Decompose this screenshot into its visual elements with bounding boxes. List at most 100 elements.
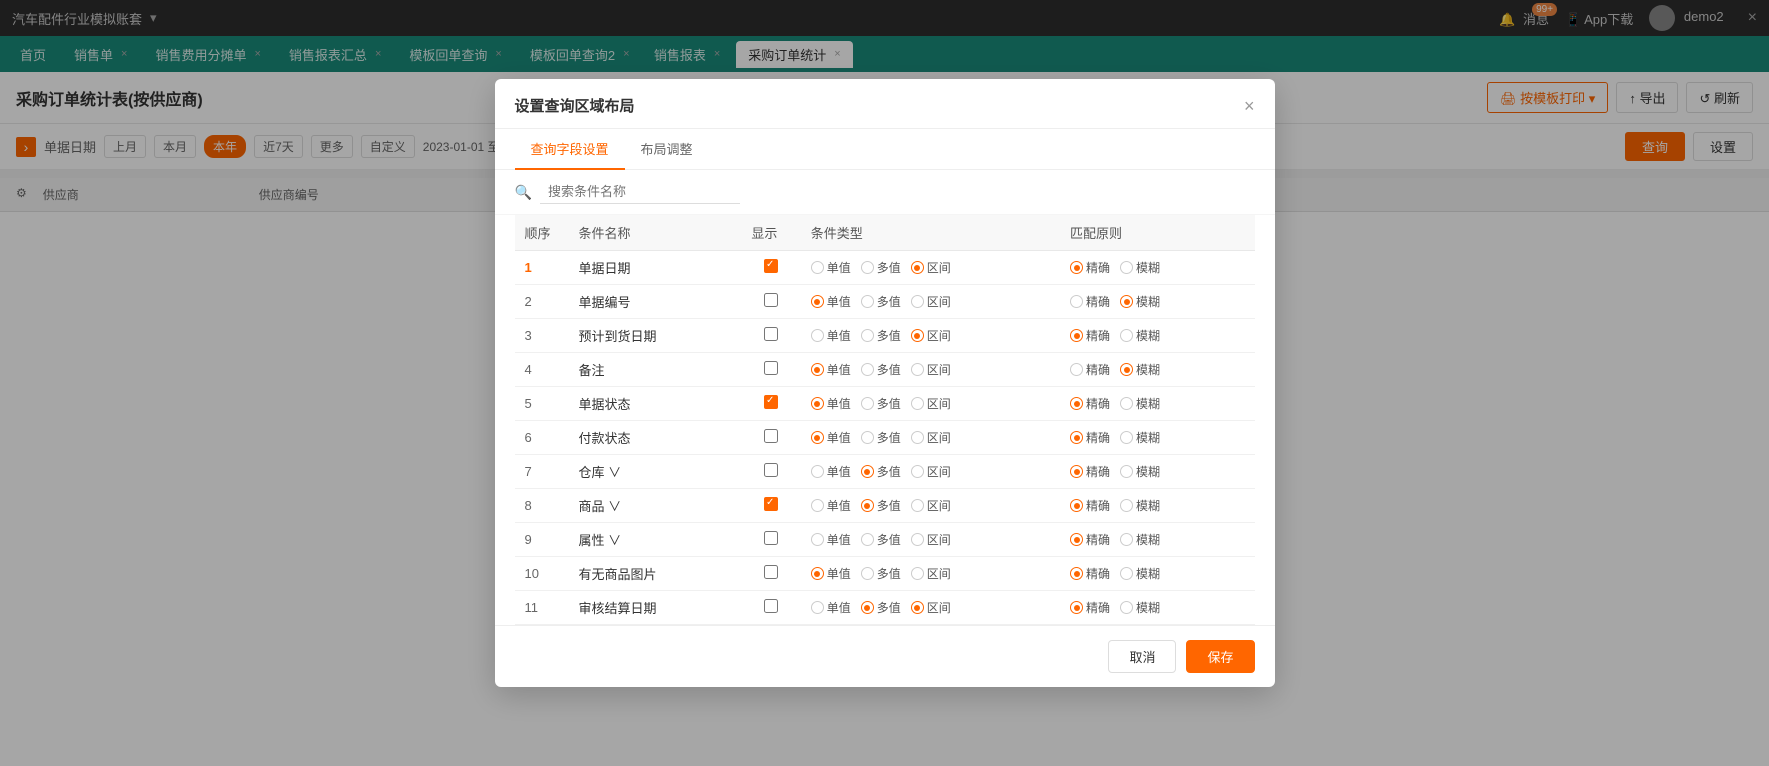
type-multi-option[interactable]: 多值 (861, 327, 901, 344)
type-single-option[interactable]: 单值 (811, 327, 851, 344)
row-match: 精确 模糊 (1060, 455, 1254, 489)
match-exact-option[interactable]: 精确 (1070, 565, 1110, 582)
type-single-option[interactable]: 单值 (811, 361, 851, 378)
row-order: 1 (515, 251, 569, 285)
match-fuzzy-option[interactable]: 模糊 (1120, 395, 1160, 412)
type-single-option[interactable]: 单值 (811, 565, 851, 582)
type-multi-option[interactable]: 多值 (861, 293, 901, 310)
match-fuzzy-option[interactable]: 模糊 (1120, 361, 1160, 378)
type-range-option[interactable]: 区间 (911, 463, 951, 480)
type-range-option[interactable]: 区间 (911, 497, 951, 514)
match-fuzzy-option[interactable]: 模糊 (1120, 259, 1160, 276)
type-multi-option[interactable]: 多值 (861, 361, 901, 378)
checkbox-unchecked[interactable] (764, 531, 778, 545)
type-single-option[interactable]: 单值 (811, 463, 851, 480)
type-range-option[interactable]: 区间 (911, 395, 951, 412)
match-fuzzy-option[interactable]: 模糊 (1120, 429, 1160, 446)
type-single-option[interactable]: 单值 (811, 531, 851, 548)
table-row: 2单据编号 单值 多值 区间 精确 (515, 285, 1255, 319)
type-single-option[interactable]: 单值 (811, 497, 851, 514)
checkbox-unchecked[interactable] (764, 565, 778, 579)
row-type: 单值 多值 区间 (801, 387, 1060, 421)
match-exact-option[interactable]: 精确 (1070, 429, 1110, 446)
type-range-option[interactable]: 区间 (911, 327, 951, 344)
type-multi-option[interactable]: 多值 (861, 497, 901, 514)
type-range-option[interactable]: 区间 (911, 531, 951, 548)
row-type: 单值 多值 区间 (801, 319, 1060, 353)
row-type: 单值 多值 区间 (801, 489, 1060, 523)
match-fuzzy-option[interactable]: 模糊 (1120, 327, 1160, 344)
row-order: 3 (515, 319, 569, 353)
match-exact-option[interactable]: 精确 (1070, 599, 1110, 616)
type-multi-option[interactable]: 多值 (861, 259, 901, 276)
type-multi-option[interactable]: 多值 (861, 429, 901, 446)
row-display-checkbox[interactable] (741, 557, 800, 591)
match-exact-option[interactable]: 精确 (1070, 463, 1110, 480)
row-display-checkbox[interactable] (741, 591, 800, 625)
type-single-option[interactable]: 单值 (811, 429, 851, 446)
type-multi-option[interactable]: 多值 (861, 531, 901, 548)
type-range-option[interactable]: 区间 (911, 361, 951, 378)
row-condition-name: 预计到货日期 (569, 319, 742, 353)
modal-search-input[interactable] (540, 180, 740, 204)
type-single-option[interactable]: 单值 (811, 259, 851, 276)
row-display-checkbox[interactable] (741, 353, 800, 387)
row-display-checkbox[interactable] (741, 455, 800, 489)
modal-search-area: 🔍 (495, 170, 1275, 215)
checkbox-unchecked[interactable] (764, 361, 778, 375)
row-display-checkbox[interactable] (741, 489, 800, 523)
match-exact-option[interactable]: 精确 (1070, 293, 1110, 310)
row-display-checkbox[interactable] (741, 285, 800, 319)
match-exact-option[interactable]: 精确 (1070, 531, 1110, 548)
match-fuzzy-option[interactable]: 模糊 (1120, 463, 1160, 480)
type-range-option[interactable]: 区间 (911, 565, 951, 582)
table-row: 6付款状态 单值 多值 区间 精确 (515, 421, 1255, 455)
match-fuzzy-option[interactable]: 模糊 (1120, 293, 1160, 310)
row-match: 精确 模糊 (1060, 387, 1254, 421)
row-type: 单值 多值 区间 (801, 251, 1060, 285)
match-fuzzy-option[interactable]: 模糊 (1120, 565, 1160, 582)
type-range-option[interactable]: 区间 (911, 599, 951, 616)
modal-close-button[interactable]: × (1244, 97, 1255, 115)
type-range-option[interactable]: 区间 (911, 259, 951, 276)
type-range-option[interactable]: 区间 (911, 429, 951, 446)
checkbox-unchecked[interactable] (764, 293, 778, 307)
th-condition-name: 条件名称 (569, 215, 742, 251)
match-exact-option[interactable]: 精确 (1070, 395, 1110, 412)
checkbox-checked[interactable] (764, 259, 778, 273)
type-multi-option[interactable]: 多值 (861, 395, 901, 412)
modal-tab-layout[interactable]: 布局调整 (625, 129, 709, 170)
type-range-option[interactable]: 区间 (911, 293, 951, 310)
type-single-option[interactable]: 单值 (811, 293, 851, 310)
type-single-option[interactable]: 单值 (811, 599, 851, 616)
match-exact-option[interactable]: 精确 (1070, 327, 1110, 344)
match-exact-option[interactable]: 精确 (1070, 497, 1110, 514)
row-display-checkbox[interactable] (741, 251, 800, 285)
checkbox-unchecked[interactable] (764, 429, 778, 443)
type-multi-option[interactable]: 多值 (861, 599, 901, 616)
match-fuzzy-option[interactable]: 模糊 (1120, 531, 1160, 548)
checkbox-unchecked[interactable] (764, 599, 778, 613)
checkbox-unchecked[interactable] (764, 463, 778, 477)
row-display-checkbox[interactable] (741, 421, 800, 455)
checkbox-unchecked[interactable] (764, 327, 778, 341)
type-multi-option[interactable]: 多值 (861, 463, 901, 480)
checkbox-checked[interactable] (764, 497, 778, 511)
match-fuzzy-option[interactable]: 模糊 (1120, 599, 1160, 616)
match-exact-option[interactable]: 精确 (1070, 361, 1110, 378)
row-type: 单值 多值 区间 (801, 421, 1060, 455)
cancel-button[interactable]: 取消 (1108, 640, 1176, 673)
row-display-checkbox[interactable] (741, 523, 800, 557)
table-row: 10有无商品图片 单值 多值 区间 精确 (515, 557, 1255, 591)
match-exact-option[interactable]: 精确 (1070, 259, 1110, 276)
row-display-checkbox[interactable] (741, 319, 800, 353)
row-condition-name: 付款状态 (569, 421, 742, 455)
type-multi-option[interactable]: 多值 (861, 565, 901, 582)
match-fuzzy-option[interactable]: 模糊 (1120, 497, 1160, 514)
row-display-checkbox[interactable] (741, 387, 800, 421)
save-button[interactable]: 保存 (1186, 640, 1254, 673)
modal-tab-query-fields[interactable]: 查询字段设置 (515, 129, 625, 170)
type-single-option[interactable]: 单值 (811, 395, 851, 412)
row-type: 单值 多值 区间 (801, 353, 1060, 387)
checkbox-checked[interactable] (764, 395, 778, 409)
